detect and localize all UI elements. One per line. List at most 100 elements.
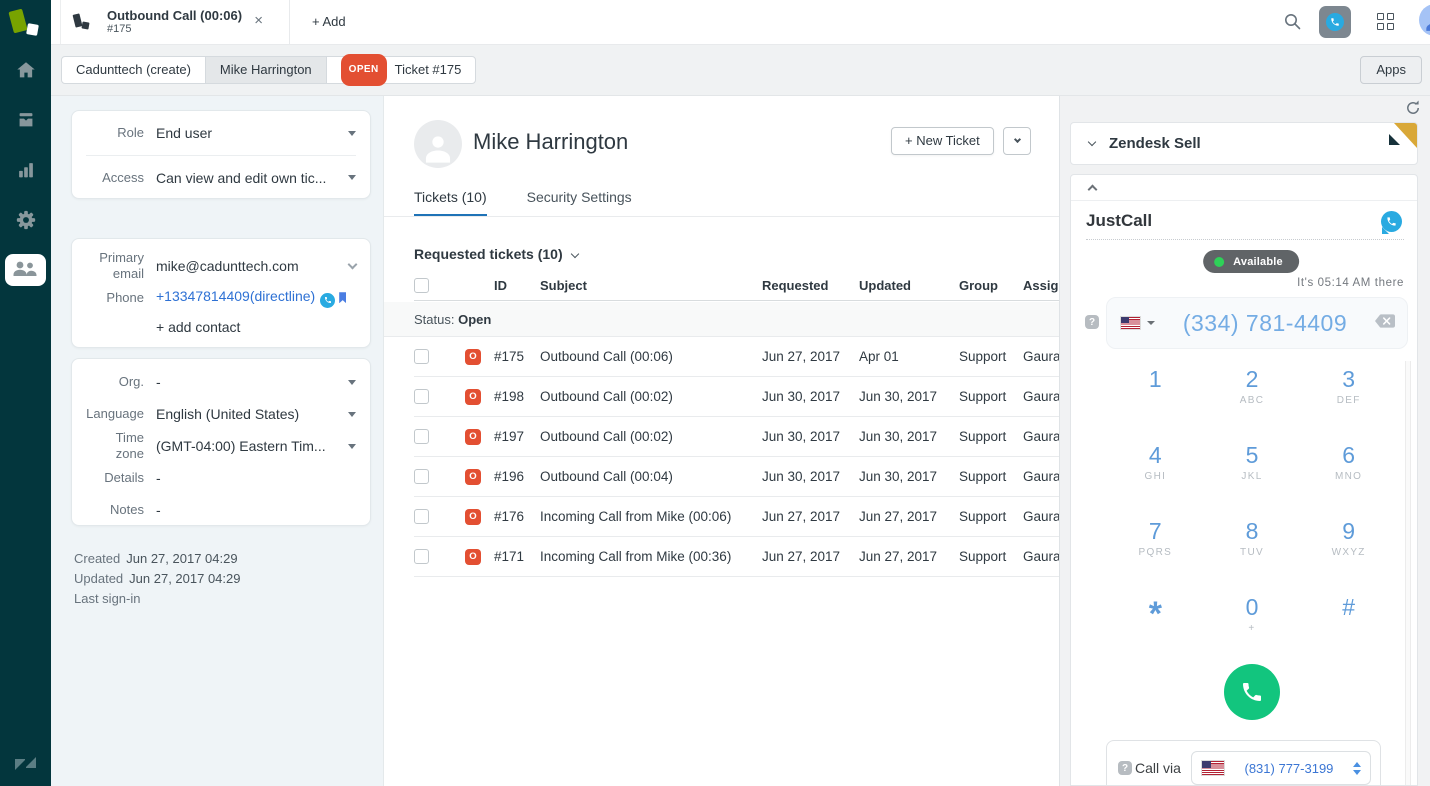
call-via-select[interactable]: (831) 777-3199 — [1190, 751, 1371, 785]
row-checkbox[interactable] — [414, 389, 429, 404]
justcall-collapse-bar[interactable] — [1071, 175, 1417, 201]
language-label: Language — [86, 406, 144, 421]
ticket-subject[interactable]: Outbound Call (00:06) — [530, 349, 752, 364]
apps-grid-icon[interactable] — [1377, 13, 1394, 30]
dialpad-key-2[interactable]: 2 ABC — [1240, 367, 1264, 443]
primary-email-row[interactable]: Primary email mike@cadunttech.com — [72, 239, 370, 285]
tab-tickets[interactable]: Tickets (10) — [414, 189, 487, 217]
breadcrumb-user[interactable]: Mike Harrington — [204, 56, 327, 84]
access-row[interactable]: Access Can view and edit own tic... — [72, 156, 370, 199]
dialer-scrollbar[interactable] — [1405, 361, 1411, 785]
zendesk-z-logo-icon[interactable] — [14, 754, 37, 778]
ticket-assignee: Gaura — [1023, 389, 1059, 404]
country-caret-icon[interactable] — [1147, 321, 1155, 325]
table-row[interactable]: O #176 Incoming Call from Mike (00:06) J… — [414, 497, 1059, 537]
dialpad-key-5[interactable]: 5 JKL — [1241, 443, 1262, 519]
language-row[interactable]: Language English (United States) — [72, 398, 370, 430]
justcall-app-icon[interactable] — [1319, 6, 1351, 38]
user-avatar[interactable] — [1419, 4, 1430, 36]
open-ticket-badge: O — [465, 388, 481, 405]
dialpad-key-6[interactable]: 6 MNO — [1335, 443, 1362, 519]
reports-icon[interactable] — [0, 154, 51, 186]
phone-call-icon[interactable] — [320, 292, 336, 308]
zendesk-sell-app-header[interactable]: Zendesk Sell — [1070, 122, 1418, 165]
dialpad-key-8[interactable]: 8 TUV — [1240, 519, 1264, 595]
ticket-group: Support — [959, 509, 1007, 524]
phone-row[interactable]: Phone +13347814409(directline) — [72, 285, 370, 311]
timezone-value: (GMT-04:00) Eastern Tim... — [156, 438, 326, 454]
apps-button[interactable]: Apps — [1360, 56, 1422, 84]
timezone-row[interactable]: Time zone (GMT-04:00) Eastern Tim... — [72, 430, 370, 462]
new-ticket-dropdown-button[interactable] — [1003, 127, 1031, 155]
section-chevron-icon[interactable] — [570, 249, 579, 259]
row-checkbox[interactable] — [414, 469, 429, 484]
dialpad-key-hash[interactable]: # — [1342, 595, 1355, 671]
language-dropdown-caret[interactable] — [348, 411, 356, 417]
profile-meta: Created Jun 27, 2017 04:29 Updated Jun 27,… — [74, 549, 240, 609]
role-row[interactable]: Role End user — [72, 111, 370, 155]
add-contact-row[interactable]: + add contact — [72, 311, 370, 343]
search-icon[interactable] — [1284, 13, 1301, 35]
table-row[interactable]: O #175 Outbound Call (00:06) Jun 27, 201… — [414, 337, 1059, 377]
ticket-tab[interactable]: Outbound Call (00:06) #175 × — [60, 0, 290, 44]
refresh-apps-icon[interactable] — [1405, 100, 1421, 121]
timezone-dropdown-caret[interactable] — [348, 443, 356, 449]
access-dropdown-caret[interactable] — [348, 175, 356, 180]
dialed-number[interactable]: (334) 781-4409 — [1155, 310, 1375, 337]
row-checkbox[interactable] — [414, 349, 429, 364]
backspace-icon[interactable] — [1375, 313, 1395, 333]
row-checkbox[interactable] — [414, 549, 429, 564]
dialpad-key-7[interactable]: 7 PQRS — [1139, 519, 1173, 595]
home-icon[interactable] — [0, 54, 51, 86]
breadcrumb-ticket[interactable]: OPEN Ticket #175 — [325, 54, 477, 86]
dialpad-key-0[interactable]: 0 + — [1246, 595, 1259, 671]
notes-row[interactable]: Notes - — [72, 494, 370, 526]
customers-active-item[interactable] — [5, 254, 46, 286]
select-all-checkbox[interactable] — [414, 278, 429, 293]
role-dropdown-caret[interactable] — [348, 130, 356, 136]
phone-link[interactable]: +13347814409(directline) — [156, 288, 356, 308]
ticket-subject[interactable]: Outbound Call (00:04) — [530, 469, 752, 484]
org-row[interactable]: Org. - — [72, 366, 370, 398]
table-row[interactable]: O #196 Outbound Call (00:04) Jun 30, 201… — [414, 457, 1059, 497]
views-icon[interactable] — [0, 104, 51, 136]
notes-label: Notes — [110, 502, 144, 517]
org-dropdown-caret[interactable] — [348, 379, 356, 385]
availability-toggle[interactable]: Available — [1203, 250, 1299, 273]
call-button[interactable] — [1224, 664, 1280, 720]
sell-app-title: Zendesk Sell — [1109, 135, 1201, 152]
add-contact-link[interactable]: + add contact — [156, 319, 356, 335]
dialpad-key-star[interactable]: * — [1149, 595, 1162, 671]
breadcrumb-org[interactable]: Cadunttech (create) — [61, 56, 206, 84]
details-row[interactable]: Details - — [72, 462, 370, 494]
table-row[interactable]: O #198 Outbound Call (00:02) Jun 30, 201… — [414, 377, 1059, 417]
ticket-subject[interactable]: Incoming Call from Mike (00:06) — [530, 509, 752, 524]
dialpad-key-1[interactable]: 1 — [1149, 367, 1162, 443]
dialpad-key-3[interactable]: 3 DEF — [1337, 367, 1361, 443]
dialpad-key-4[interactable]: 4 GHI — [1144, 443, 1166, 519]
table-row[interactable]: O #171 Incoming Call from Mike (00:36) J… — [414, 537, 1059, 577]
main-content: Mike Harrington + New Ticket Tickets (10… — [383, 96, 1060, 786]
number-stepper-icon[interactable] — [1353, 761, 1361, 775]
dialpad-key-9[interactable]: 9 WXYZ — [1332, 519, 1366, 595]
tab-close-icon[interactable]: × — [254, 13, 263, 29]
ticket-id: #176 — [494, 509, 525, 524]
details-value: - — [156, 470, 161, 486]
row-checkbox[interactable] — [414, 509, 429, 524]
sell-collapse-chevron-icon[interactable] — [1087, 137, 1097, 147]
add-tab-button[interactable]: + Add — [300, 0, 358, 44]
new-ticket-button[interactable]: + New Ticket — [891, 127, 994, 155]
ticket-subject[interactable]: Outbound Call (00:02) — [530, 389, 752, 404]
admin-gear-icon[interactable] — [0, 204, 51, 236]
email-chevron-icon[interactable] — [347, 259, 358, 269]
row-checkbox[interactable] — [414, 429, 429, 444]
country-flag-icon[interactable] — [1120, 316, 1141, 330]
dialer-help-icon[interactable]: ? — [1085, 315, 1099, 329]
table-row[interactable]: O #197 Outbound Call (00:02) Jun 30, 201… — [414, 417, 1059, 457]
ticket-subject[interactable]: Incoming Call from Mike (00:36) — [530, 549, 752, 564]
call-via-help-icon[interactable]: ? — [1118, 761, 1132, 775]
ticket-subject[interactable]: Outbound Call (00:02) — [530, 429, 752, 444]
table-header: ID Subject Requested Updated Group Assig — [414, 271, 1059, 301]
tab-security-settings[interactable]: Security Settings — [527, 189, 632, 217]
dial-number-input[interactable]: (334) 781-4409 — [1106, 297, 1408, 349]
